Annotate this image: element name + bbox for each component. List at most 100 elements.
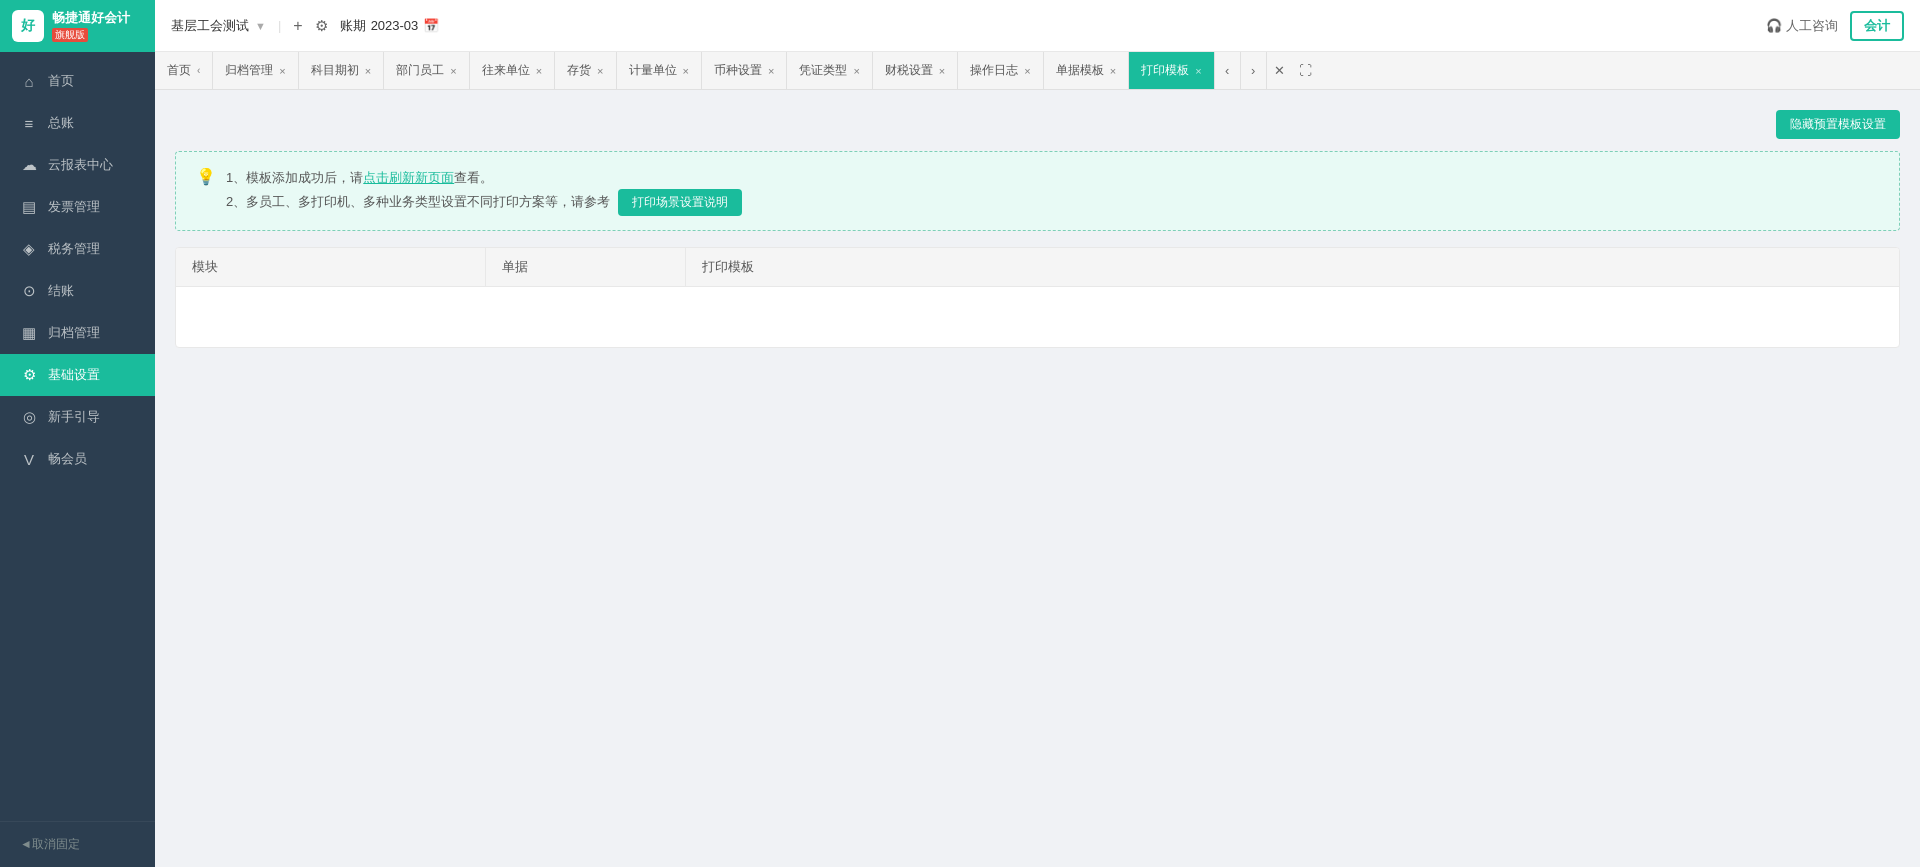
unpin-button[interactable]: ◄取消固定 bbox=[0, 821, 155, 867]
logo-icon: 好 bbox=[12, 10, 44, 42]
logo-sub: 旗舰版 bbox=[52, 28, 88, 42]
tab-currency[interactable]: 币种设置 × bbox=[702, 52, 787, 89]
archive-icon: ▦ bbox=[20, 324, 38, 342]
tab-inventory-close[interactable]: × bbox=[597, 65, 603, 77]
tab-measure-label: 计量单位 bbox=[629, 62, 677, 79]
tab-inventory[interactable]: 存货 × bbox=[555, 52, 616, 89]
tab-tax-close[interactable]: × bbox=[939, 65, 945, 77]
sidebar-item-guide[interactable]: ◎ 新手引导 bbox=[0, 396, 155, 438]
tab-maximize[interactable]: ⛶ bbox=[1293, 52, 1319, 90]
tab-home[interactable]: 首页 ‹ bbox=[155, 52, 213, 89]
sidebar-item-tax[interactable]: ◈ 税务管理 bbox=[0, 228, 155, 270]
closing-icon: ⊙ bbox=[20, 282, 38, 300]
topbar-divider-1: | bbox=[278, 18, 281, 33]
tab-subject-init[interactable]: 科目期初 × bbox=[299, 52, 384, 89]
account-button[interactable]: 会计 bbox=[1850, 11, 1904, 41]
tab-currency-close[interactable]: × bbox=[768, 65, 774, 77]
tab-voucher-close[interactable]: × bbox=[853, 65, 859, 77]
tab-close-all[interactable]: ✕ bbox=[1267, 52, 1293, 90]
company-name: 基层工会测试 bbox=[171, 17, 249, 35]
tab-print-template[interactable]: 打印模板 × bbox=[1129, 52, 1214, 89]
tab-print-template-label: 打印模板 bbox=[1141, 62, 1189, 79]
tab-tax-settings-label: 财税设置 bbox=[885, 62, 933, 79]
tab-department[interactable]: 部门员工 × bbox=[384, 52, 469, 89]
sidebar-label-ledger: 总账 bbox=[48, 114, 74, 132]
tab-home-label: 首页 bbox=[167, 62, 191, 79]
invoice-icon: ▤ bbox=[20, 198, 38, 216]
tab-subject-init-label: 科目期初 bbox=[311, 62, 359, 79]
tab-counterpart-close[interactable]: × bbox=[536, 65, 542, 77]
info-line2-prefix: 2、多员工、多打印机、多种业务类型设置不同打印方案等，请参考 bbox=[226, 194, 610, 209]
sidebar-label-tax: 税务管理 bbox=[48, 240, 100, 258]
tab-voucher-type[interactable]: 凭证类型 × bbox=[787, 52, 872, 89]
sidebar-item-invoice[interactable]: ▤ 发票管理 bbox=[0, 186, 155, 228]
service-label: 人工咨询 bbox=[1786, 17, 1838, 35]
tab-archive-label: 归档管理 bbox=[225, 62, 273, 79]
headset-icon: 🎧 bbox=[1766, 18, 1782, 33]
tab-subject-close[interactable]: × bbox=[365, 65, 371, 77]
hide-preview-button[interactable]: 隐藏预置模板设置 bbox=[1776, 110, 1900, 139]
print-scene-button[interactable]: 打印场景设置说明 bbox=[618, 189, 742, 216]
cloud-icon: ☁ bbox=[20, 156, 38, 174]
sidebar-label-guide: 新手引导 bbox=[48, 408, 100, 426]
tab-counterpart-label: 往来单位 bbox=[482, 62, 530, 79]
company-selector[interactable]: 基层工会测试 ▼ bbox=[171, 17, 266, 35]
tab-single-template-close[interactable]: × bbox=[1110, 65, 1116, 77]
info-line1-prefix: 1、模板添加成功后，请 bbox=[226, 170, 363, 185]
tab-single-template-label: 单据模板 bbox=[1056, 62, 1104, 79]
info-line1-suffix: 查看。 bbox=[454, 170, 493, 185]
tab-archive[interactable]: 归档管理 × bbox=[213, 52, 298, 89]
tax-icon: ◈ bbox=[20, 240, 38, 258]
content-area: 隐藏预置模板设置 💡 1、模板添加成功后，请点击刷新新页面查看。 2、多员工、多… bbox=[155, 90, 1920, 867]
th-document: 单据 bbox=[486, 248, 686, 286]
sidebar: 好 畅捷通好会计 旗舰版 ⌂ 首页 ≡ 总账 ☁ 云报表中心 ▤ 发票管理 ◈ … bbox=[0, 0, 155, 867]
tab-measure[interactable]: 计量单位 × bbox=[617, 52, 702, 89]
th-module: 模块 bbox=[176, 248, 486, 286]
tabbar: 首页 ‹ 归档管理 × 科目期初 × 部门员工 × 往来单位 × 存货 × 计量… bbox=[155, 52, 1920, 90]
info-box: 💡 1、模板添加成功后，请点击刷新新页面查看。 2、多员工、多打印机、多种业务类… bbox=[175, 151, 1900, 231]
service-button[interactable]: 🎧 人工咨询 bbox=[1766, 17, 1838, 35]
info-text: 1、模板添加成功后，请点击刷新新页面查看。 2、多员工、多打印机、多种业务类型设… bbox=[226, 166, 1879, 216]
tab-tax-settings[interactable]: 财税设置 × bbox=[873, 52, 958, 89]
topbar: 基层工会测试 ▼ | + ⚙ 账期 2023-03 📅 🎧 人工咨询 会计 bbox=[155, 0, 1920, 52]
sidebar-label-member: 畅会员 bbox=[48, 450, 87, 468]
tab-archive-close[interactable]: × bbox=[279, 65, 285, 77]
tab-operation-log-close[interactable]: × bbox=[1024, 65, 1030, 77]
calendar-icon[interactable]: 📅 bbox=[423, 18, 439, 33]
tab-operation-log-label: 操作日志 bbox=[970, 62, 1018, 79]
tab-nav-left[interactable]: ‹ bbox=[1215, 52, 1241, 90]
add-tab-button[interactable]: + bbox=[293, 17, 302, 35]
topbar-settings-icon[interactable]: ⚙ bbox=[315, 17, 328, 35]
tab-nav-right[interactable]: › bbox=[1241, 52, 1267, 90]
sidebar-label-closing: 结账 bbox=[48, 282, 74, 300]
period-display: 账期 2023-03 📅 bbox=[340, 17, 440, 35]
logo-text: 畅捷通好会计 bbox=[52, 10, 130, 26]
table-header: 模块 单据 打印模板 bbox=[176, 248, 1899, 287]
sidebar-item-home[interactable]: ⌂ 首页 bbox=[0, 60, 155, 102]
member-icon: V bbox=[20, 451, 38, 468]
sidebar-item-cloud-report[interactable]: ☁ 云报表中心 bbox=[0, 144, 155, 186]
tab-single-template[interactable]: 单据模板 × bbox=[1044, 52, 1129, 89]
tab-print-template-close[interactable]: × bbox=[1195, 65, 1201, 77]
tab-department-close[interactable]: × bbox=[450, 65, 456, 77]
refresh-link[interactable]: 点击刷新新页面 bbox=[363, 170, 454, 185]
tab-counterpart[interactable]: 往来单位 × bbox=[470, 52, 555, 89]
app-logo: 好 畅捷通好会计 旗舰版 bbox=[0, 0, 155, 52]
sidebar-label-home: 首页 bbox=[48, 72, 74, 90]
info-line2: 2、多员工、多打印机、多种业务类型设置不同打印方案等，请参考 打印场景设置说明 bbox=[226, 189, 1879, 216]
tab-operation-log[interactable]: 操作日志 × bbox=[958, 52, 1043, 89]
sidebar-item-closing[interactable]: ⊙ 结账 bbox=[0, 270, 155, 312]
tab-currency-label: 币种设置 bbox=[714, 62, 762, 79]
print-template-table: 模块 单据 打印模板 bbox=[175, 247, 1900, 348]
sidebar-item-archive[interactable]: ▦ 归档管理 bbox=[0, 312, 155, 354]
ledger-icon: ≡ bbox=[20, 115, 38, 132]
sidebar-item-ledger[interactable]: ≡ 总账 bbox=[0, 102, 155, 144]
sidebar-item-settings[interactable]: ⚙ 基础设置 bbox=[0, 354, 155, 396]
info-line1: 1、模板添加成功后，请点击刷新新页面查看。 bbox=[226, 166, 1879, 189]
sidebar-label-invoice: 发票管理 bbox=[48, 198, 100, 216]
sidebar-item-member[interactable]: V 畅会员 bbox=[0, 438, 155, 480]
tab-home-chevron: ‹ bbox=[197, 65, 200, 76]
tab-measure-close[interactable]: × bbox=[683, 65, 689, 77]
period-label: 账期 bbox=[340, 17, 366, 35]
tab-inventory-label: 存货 bbox=[567, 62, 591, 79]
